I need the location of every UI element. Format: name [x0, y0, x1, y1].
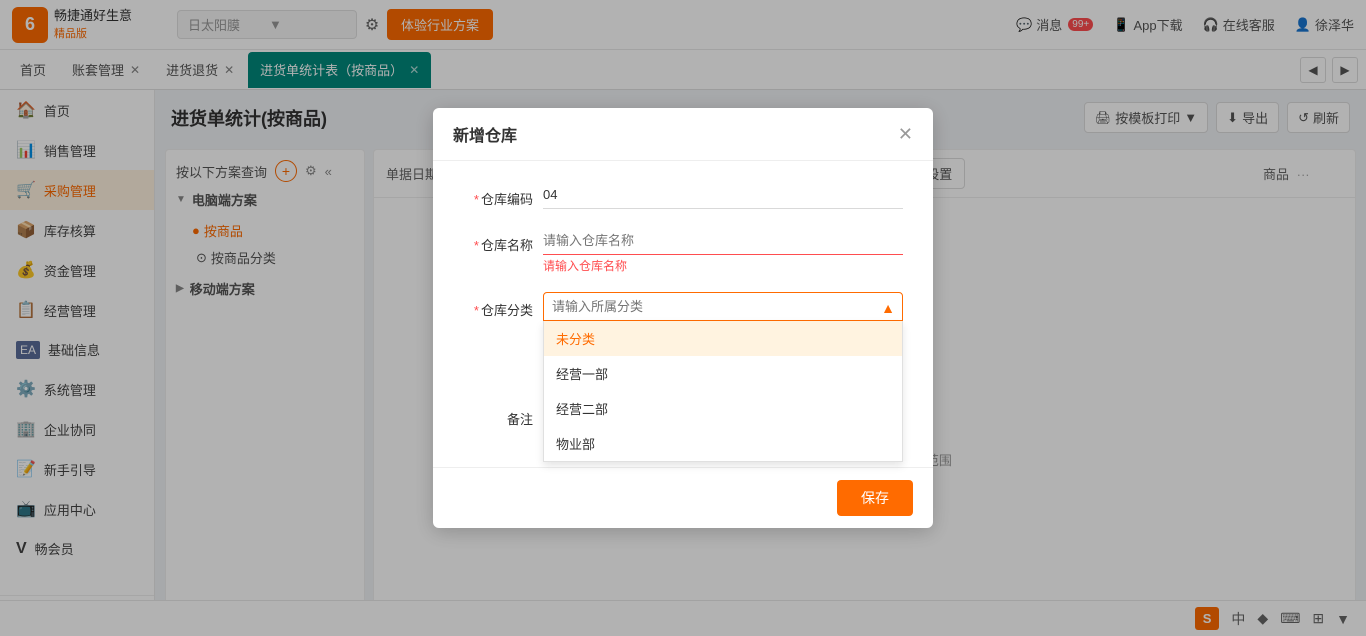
dropdown-item-dept3[interactable]: 物业部: [544, 426, 902, 461]
form-row-name: 仓库名称 请输入仓库名称: [463, 227, 903, 274]
code-control: [543, 181, 903, 209]
code-label: 仓库编码: [463, 181, 543, 208]
category-dropdown: 未分类 经营一部 经营二部 物业部: [543, 321, 903, 462]
code-input[interactable]: [543, 181, 903, 209]
category-label: 仓库分类: [463, 292, 543, 319]
modal-header: 新增仓库 ✕: [433, 108, 933, 161]
modal-overlay: 新增仓库 ✕ 仓库编码 仓库名称 请输入仓库名称 仓库分类: [0, 0, 1366, 636]
modal-title: 新增仓库: [453, 122, 517, 146]
new-warehouse-modal: 新增仓库 ✕ 仓库编码 仓库名称 请输入仓库名称 仓库分类: [433, 108, 933, 528]
modal-footer: 保存: [433, 467, 933, 528]
modal-body: 仓库编码 仓库名称 请输入仓库名称 仓库分类 ▲: [433, 161, 933, 467]
dropdown-item-none[interactable]: 未分类: [544, 321, 902, 356]
dropdown-item-dept2[interactable]: 经营二部: [544, 391, 902, 426]
dropdown-item-dept1[interactable]: 经营一部: [544, 356, 902, 391]
name-input[interactable]: [543, 227, 903, 255]
modal-close-button[interactable]: ✕: [898, 124, 913, 145]
name-error-msg: 请输入仓库名称: [543, 257, 903, 274]
category-control: ▲ 未分类 经营一部 经营二部 物业部: [543, 292, 903, 321]
name-control: 请输入仓库名称: [543, 227, 903, 274]
name-label: 仓库名称: [463, 227, 543, 254]
category-input[interactable]: [543, 292, 903, 321]
save-button[interactable]: 保存: [837, 480, 913, 516]
form-row-category: 仓库分类 ▲ 未分类 经营一部 经营二部 物业部: [463, 292, 903, 321]
note-label: 备注: [463, 401, 543, 428]
dropdown-up-icon[interactable]: ▲: [881, 300, 895, 316]
form-row-code: 仓库编码: [463, 181, 903, 209]
